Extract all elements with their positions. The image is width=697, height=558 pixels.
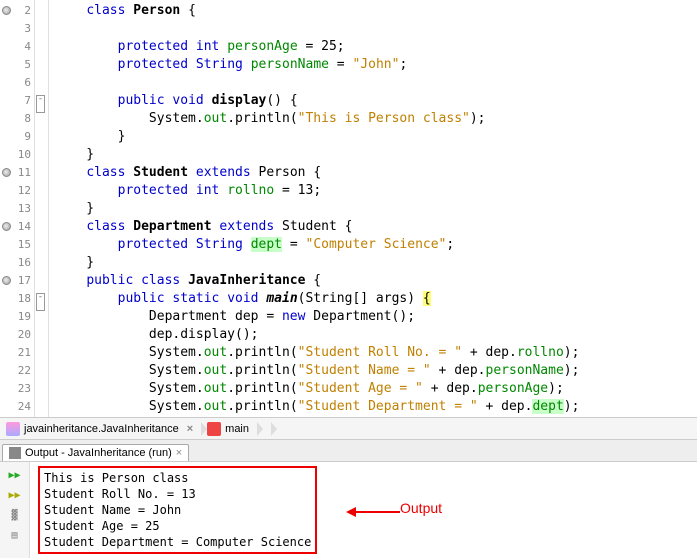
output-tab-bar: Output - JavaInheritance (run) × [0,440,697,462]
line-number[interactable]: 10 [0,146,34,164]
line-number[interactable]: 3 [0,20,34,38]
line-number[interactable]: 24 [0,398,34,416]
output-line: Student Roll No. = 13 [44,486,311,502]
rerun-button[interactable]: ▶▶ [3,466,27,484]
line-number[interactable]: 22 [0,362,34,380]
method-icon [207,422,221,436]
fold-column[interactable]: -- [35,0,49,417]
rerun-alt-button[interactable]: ▶▶ [3,486,27,504]
line-number[interactable]: 16 [0,254,34,272]
line-number[interactable]: 11 [0,164,34,182]
line-number[interactable]: 17 [0,272,34,290]
code-line[interactable]: protected int rollno = 13; [55,182,697,200]
code-line[interactable]: dep.display(); [55,326,697,344]
code-line[interactable]: System.out.println("This is Person class… [55,110,697,128]
line-number[interactable]: 4 [0,38,34,56]
code-line[interactable] [55,20,697,38]
output-tab-icon [9,447,21,459]
code-line[interactable]: System.out.println("Student Name = " + d… [55,362,697,380]
line-number[interactable]: 23 [0,380,34,398]
breadcrumb-method[interactable]: main [201,419,257,439]
output-highlight-box: This is Person classStudent Roll No. = 1… [38,466,317,554]
code-line[interactable]: } [55,146,697,164]
toolbar-button[interactable]: ▤ [3,526,27,544]
code-line[interactable]: System.out.println("Student Department =… [55,398,697,416]
play-icon: ▶▶ [8,470,20,481]
stop-icon: ▓ [11,510,17,521]
class-icon [6,422,20,436]
line-number[interactable]: 19 [0,308,34,326]
code-line[interactable]: Department dep = new Department(); [55,308,697,326]
line-number[interactable]: 21 [0,344,34,362]
breadcrumb-class-label: javainheritance.JavaInheritance [24,423,179,435]
line-number[interactable]: 2 [0,2,34,20]
line-number[interactable]: 8 [0,110,34,128]
breadcrumb-method-label: main [225,423,249,435]
line-number-gutter[interactable]: 23456789101112131415161718192021222324 [0,0,35,417]
play-icon: ▶▶ [8,490,20,501]
code-line[interactable]: public static void main(String[] args) { [55,290,697,308]
breadcrumb-empty[interactable] [257,419,271,439]
output-line: Student Name = John [44,502,311,518]
code-line[interactable]: protected String personName = "John"; [55,56,697,74]
output-line: This is Person class [44,470,311,486]
code-line[interactable] [55,74,697,92]
line-number[interactable]: 14 [0,218,34,236]
line-number[interactable]: 13 [0,200,34,218]
code-line[interactable]: class Person { [55,2,697,20]
line-number[interactable]: 12 [0,182,34,200]
output-line: Student Department = Computer Science [44,534,311,550]
code-line[interactable]: class Student extends Person { [55,164,697,182]
line-number[interactable]: 20 [0,326,34,344]
code-line[interactable]: public void display() { [55,92,697,110]
output-tab[interactable]: Output - JavaInheritance (run) × [2,444,189,461]
output-arrow [346,504,400,520]
close-icon[interactable]: × [187,423,193,435]
breadcrumb-bar: javainheritance.JavaInheritance × main [0,418,697,440]
output-line: Student Age = 25 [44,518,311,534]
breadcrumb-class[interactable]: javainheritance.JavaInheritance × [0,419,201,439]
code-line[interactable]: } [55,254,697,272]
line-number[interactable]: 6 [0,74,34,92]
code-line[interactable]: System.out.println("Student Roll No. = "… [55,344,697,362]
code-line[interactable]: } [55,200,697,218]
output-panel: ▶▶ ▶▶ ▓ ▤ This is Person classStudent Ro… [0,462,697,558]
line-number[interactable]: 5 [0,56,34,74]
output-tab-title: Output - JavaInheritance (run) [25,447,172,459]
code-line[interactable]: protected String dept = "Computer Scienc… [55,236,697,254]
code-editor[interactable]: 23456789101112131415161718192021222324 -… [0,0,697,418]
line-number[interactable]: 9 [0,128,34,146]
output-toolbar: ▶▶ ▶▶ ▓ ▤ [0,462,30,558]
line-number[interactable]: 15 [0,236,34,254]
code-line[interactable]: public class JavaInheritance { [55,272,697,290]
line-number[interactable]: 18 [0,290,34,308]
stop-button[interactable]: ▓ [3,506,27,524]
code-line[interactable]: } [55,128,697,146]
output-content[interactable]: This is Person classStudent Roll No. = 1… [30,462,697,558]
code-content[interactable]: class Person { protected int personAge =… [49,0,697,417]
settings-icon: ▤ [11,530,17,541]
code-line[interactable]: class Department extends Student { [55,218,697,236]
line-number[interactable]: 7 [0,92,34,110]
code-line[interactable]: protected int personAge = 25; [55,38,697,56]
code-line[interactable]: System.out.println("Student Age = " + de… [55,380,697,398]
close-icon[interactable]: × [176,447,182,459]
output-annotation-label: Output [400,500,442,516]
